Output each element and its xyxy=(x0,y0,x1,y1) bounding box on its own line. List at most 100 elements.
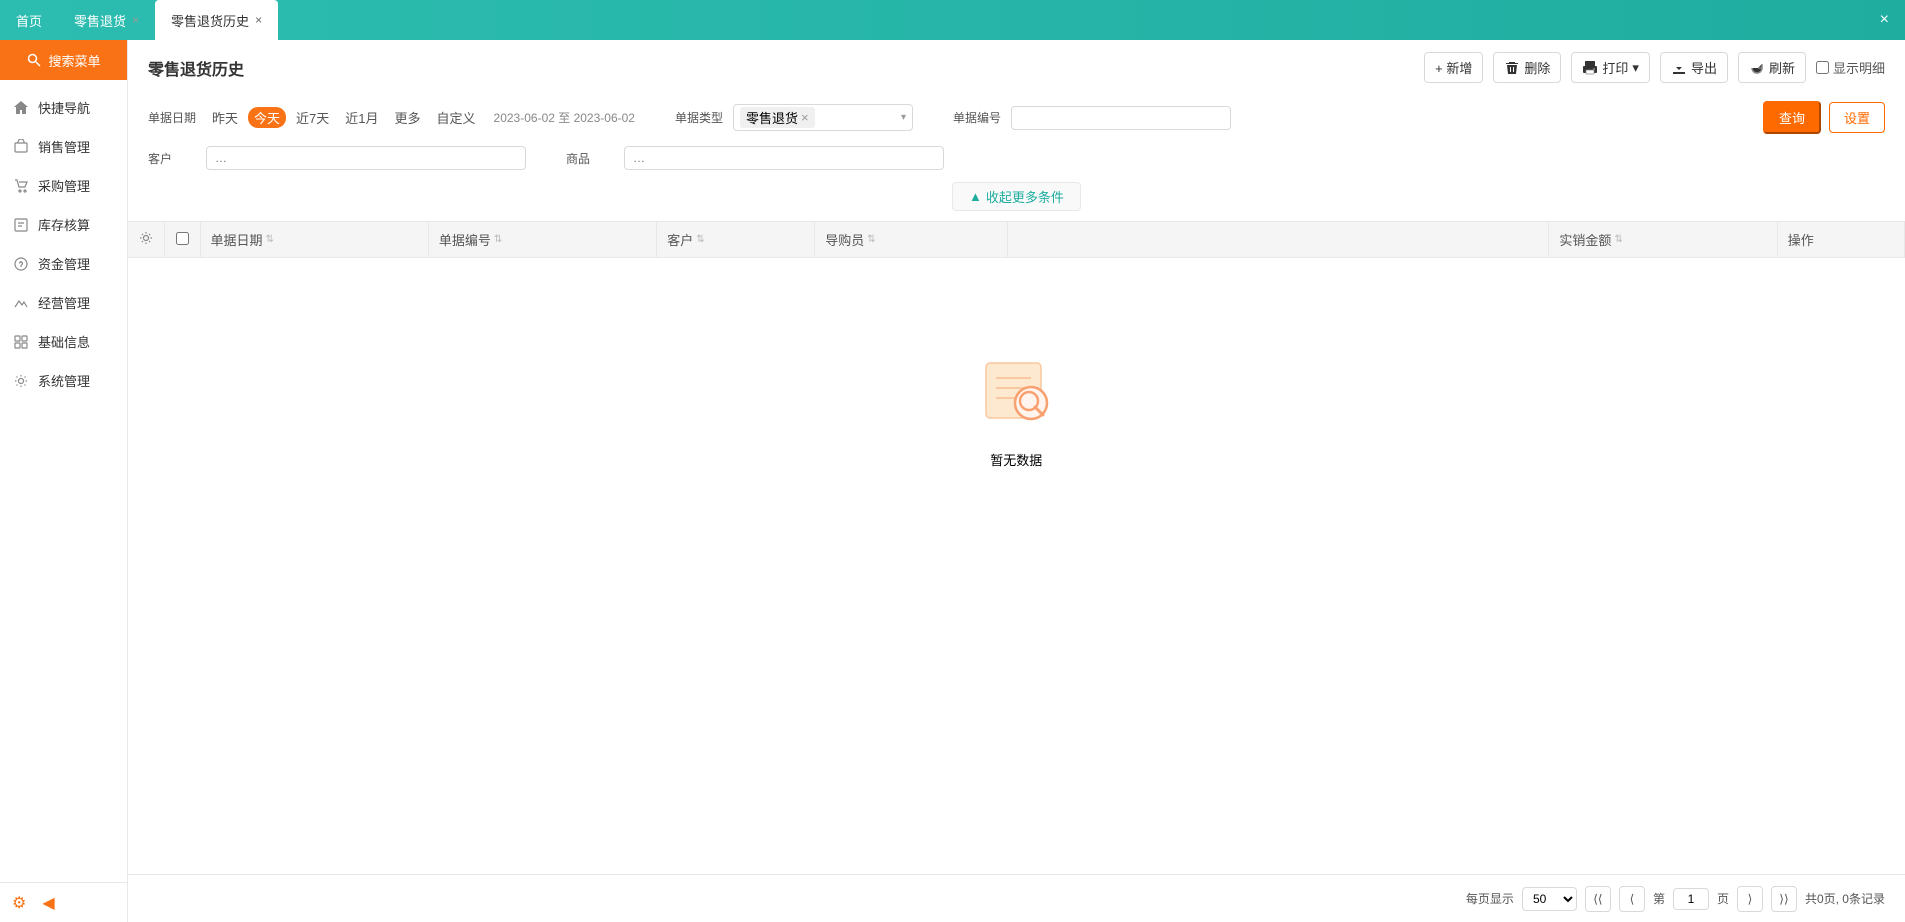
main-layout: 搜索菜单 快捷导航 销售管理 采购管理 xyxy=(0,40,1905,922)
settings-icon-button[interactable]: ⚙ xyxy=(12,893,26,913)
tab-retail-return-history-close[interactable]: × xyxy=(255,13,262,27)
doc-type-tag: 零售退货 × xyxy=(740,107,815,128)
per-page-select[interactable]: 10 20 50 100 xyxy=(1522,887,1577,911)
filter-row-1: 单据日期 昨天 今天 近7天 近1月 更多 自定义 2023-06-02 至 2… xyxy=(148,95,1885,140)
tab-retail-return-history-label: 零售退货历史 xyxy=(171,11,249,30)
doc-type-select[interactable]: 零售退货 × ▾ xyxy=(733,104,913,131)
col-settings-icon xyxy=(139,231,153,245)
home-icon xyxy=(12,99,30,117)
print-dropdown-icon[interactable]: ▾ xyxy=(1632,60,1639,76)
print-icon xyxy=(1582,60,1598,76)
filter-row-2: 客户 商品 xyxy=(148,140,1885,176)
toolbar: + 新增 删除 打印 ▾ 导出 xyxy=(1424,52,1885,83)
sidebar-item-sales-label: 销售管理 xyxy=(38,137,90,156)
select-all-checkbox[interactable] xyxy=(176,232,189,245)
col-guide-label: 导购员 xyxy=(825,230,864,249)
tab-retail-return[interactable]: 零售退货 × xyxy=(58,0,155,40)
collapse-sidebar-button[interactable]: ◀ xyxy=(42,893,54,913)
sidebar-item-system-label: 系统管理 xyxy=(38,371,90,390)
sidebar-menu: 快捷导航 销售管理 采购管理 库存核算 xyxy=(0,80,127,882)
sidebar-item-purchase[interactable]: 采购管理 xyxy=(0,166,127,205)
last-page-button[interactable]: ⟩⟩ xyxy=(1771,886,1797,912)
date-option-1month[interactable]: 近1月 xyxy=(339,107,384,128)
sidebar-item-sales[interactable]: 销售管理 xyxy=(0,127,127,166)
tab-home[interactable]: 首页 xyxy=(0,0,58,40)
sales-icon xyxy=(12,138,30,156)
goods-filter: 商品 xyxy=(566,146,944,170)
sidebar-item-purchase-label: 采购管理 xyxy=(38,176,90,195)
purchase-icon xyxy=(12,177,30,195)
sort-icon-doc-no: ⇅ xyxy=(494,234,502,245)
page-number-input[interactable]: 1 xyxy=(1673,888,1709,910)
export-button-label: 导出 xyxy=(1691,58,1717,77)
refresh-icon xyxy=(1749,60,1765,76)
table-body: 暂无数据 xyxy=(128,258,1905,550)
page-unit-label: 页 xyxy=(1717,890,1729,907)
goods-filter-label: 商品 xyxy=(566,150,616,167)
col-guide-sort[interactable]: 导购员 ⇅ xyxy=(825,230,997,249)
col-doc-no: 单据编号 ⇅ xyxy=(428,222,656,258)
customer-input[interactable] xyxy=(206,146,526,170)
sidebar-item-quick-nav[interactable]: 快捷导航 xyxy=(0,88,127,127)
page-header: 零售退货历史 + 新增 删除 打印 ▾ xyxy=(128,40,1905,222)
refresh-button-label: 刷新 xyxy=(1769,58,1795,77)
sidebar-item-inventory[interactable]: 库存核算 xyxy=(0,205,127,244)
doc-no-input[interactable] xyxy=(1011,106,1231,130)
tab-retail-return-label: 零售退货 xyxy=(74,11,126,30)
doc-type-tag-close[interactable]: × xyxy=(801,110,809,125)
tab-retail-return-close[interactable]: × xyxy=(132,13,139,27)
window-close-button[interactable]: × xyxy=(1864,11,1905,29)
show-detail-toggle[interactable]: 显示明细 xyxy=(1816,58,1885,77)
col-doc-no-sort[interactable]: 单据编号 ⇅ xyxy=(439,230,646,249)
show-detail-label: 显示明细 xyxy=(1833,58,1885,77)
col-doc-date-label: 单据日期 xyxy=(211,230,263,249)
sidebar-item-operations-label: 经营管理 xyxy=(38,293,90,312)
sidebar-item-basic-info[interactable]: 基础信息 xyxy=(0,322,127,361)
sidebar-item-operations[interactable]: 经营管理 xyxy=(0,283,127,322)
sidebar-item-finance-label: 资金管理 xyxy=(38,254,90,273)
new-button[interactable]: + 新增 xyxy=(1424,52,1483,83)
query-button-label: 查询 xyxy=(1779,111,1805,126)
settings-button[interactable]: 设置 xyxy=(1829,102,1885,133)
prev-page-button[interactable]: ⟨ xyxy=(1619,886,1645,912)
first-page-button[interactable]: ⟨⟨ xyxy=(1585,886,1611,912)
show-detail-checkbox[interactable] xyxy=(1816,61,1829,74)
top-bar: 首页 零售退货 × 零售退货历史 × × xyxy=(0,0,1905,40)
empty-cell: 暂无数据 xyxy=(128,258,1905,550)
col-actual-amount-sort[interactable]: 实销金额 ⇅ xyxy=(1559,230,1766,249)
col-settings[interactable] xyxy=(128,222,164,258)
sidebar-item-finance[interactable]: 资金管理 xyxy=(0,244,127,283)
print-button[interactable]: 打印 ▾ xyxy=(1571,52,1650,83)
doc-type-tag-text: 零售退货 xyxy=(746,108,798,127)
col-customer-sort[interactable]: 客户 ⇅ xyxy=(667,230,804,249)
date-option-7days[interactable]: 近7天 xyxy=(290,107,335,128)
date-option-more[interactable]: 更多 xyxy=(389,107,427,128)
col-operation-label: 操作 xyxy=(1788,233,1814,248)
col-guide: 导购员 ⇅ xyxy=(815,222,1008,258)
sidebar-search-label: 搜索菜单 xyxy=(48,51,100,70)
sidebar-item-basic-info-label: 基础信息 xyxy=(38,332,90,351)
next-page-button[interactable]: ⟩ xyxy=(1737,886,1763,912)
date-option-today[interactable]: 今天 xyxy=(248,107,286,128)
date-option-custom[interactable]: 自定义 xyxy=(431,107,482,128)
col-doc-date-sort[interactable]: 单据日期 ⇅ xyxy=(211,230,418,249)
search-icon xyxy=(26,52,42,68)
tab-bar: 首页 零售退货 × 零售退货历史 × xyxy=(0,0,1864,40)
date-options: 昨天 今天 近7天 近1月 更多 自定义 xyxy=(206,107,482,128)
goods-input[interactable] xyxy=(624,146,944,170)
sidebar: 搜索菜单 快捷导航 销售管理 采购管理 xyxy=(0,40,128,922)
date-option-yesterday[interactable]: 昨天 xyxy=(206,107,244,128)
tab-retail-return-history[interactable]: 零售退货历史 × xyxy=(155,0,278,40)
collapse-filter-button[interactable]: ▲ 收起更多条件 xyxy=(952,182,1081,211)
sidebar-item-system[interactable]: 系统管理 xyxy=(0,361,127,400)
sidebar-search[interactable]: 搜索菜单 xyxy=(0,40,127,80)
export-button[interactable]: 导出 xyxy=(1660,52,1728,83)
content-area: 零售退货历史 + 新增 删除 打印 ▾ xyxy=(128,40,1905,922)
page-title-row: 零售退货历史 + 新增 删除 打印 ▾ xyxy=(148,52,1885,83)
query-button[interactable]: 查询 xyxy=(1763,101,1821,134)
date-range-display: 2023-06-02 至 2023-06-02 xyxy=(494,109,635,126)
refresh-button[interactable]: 刷新 xyxy=(1738,52,1806,83)
delete-button[interactable]: 删除 xyxy=(1493,52,1561,83)
col-checkbox[interactable] xyxy=(164,222,200,258)
system-icon xyxy=(12,372,30,390)
